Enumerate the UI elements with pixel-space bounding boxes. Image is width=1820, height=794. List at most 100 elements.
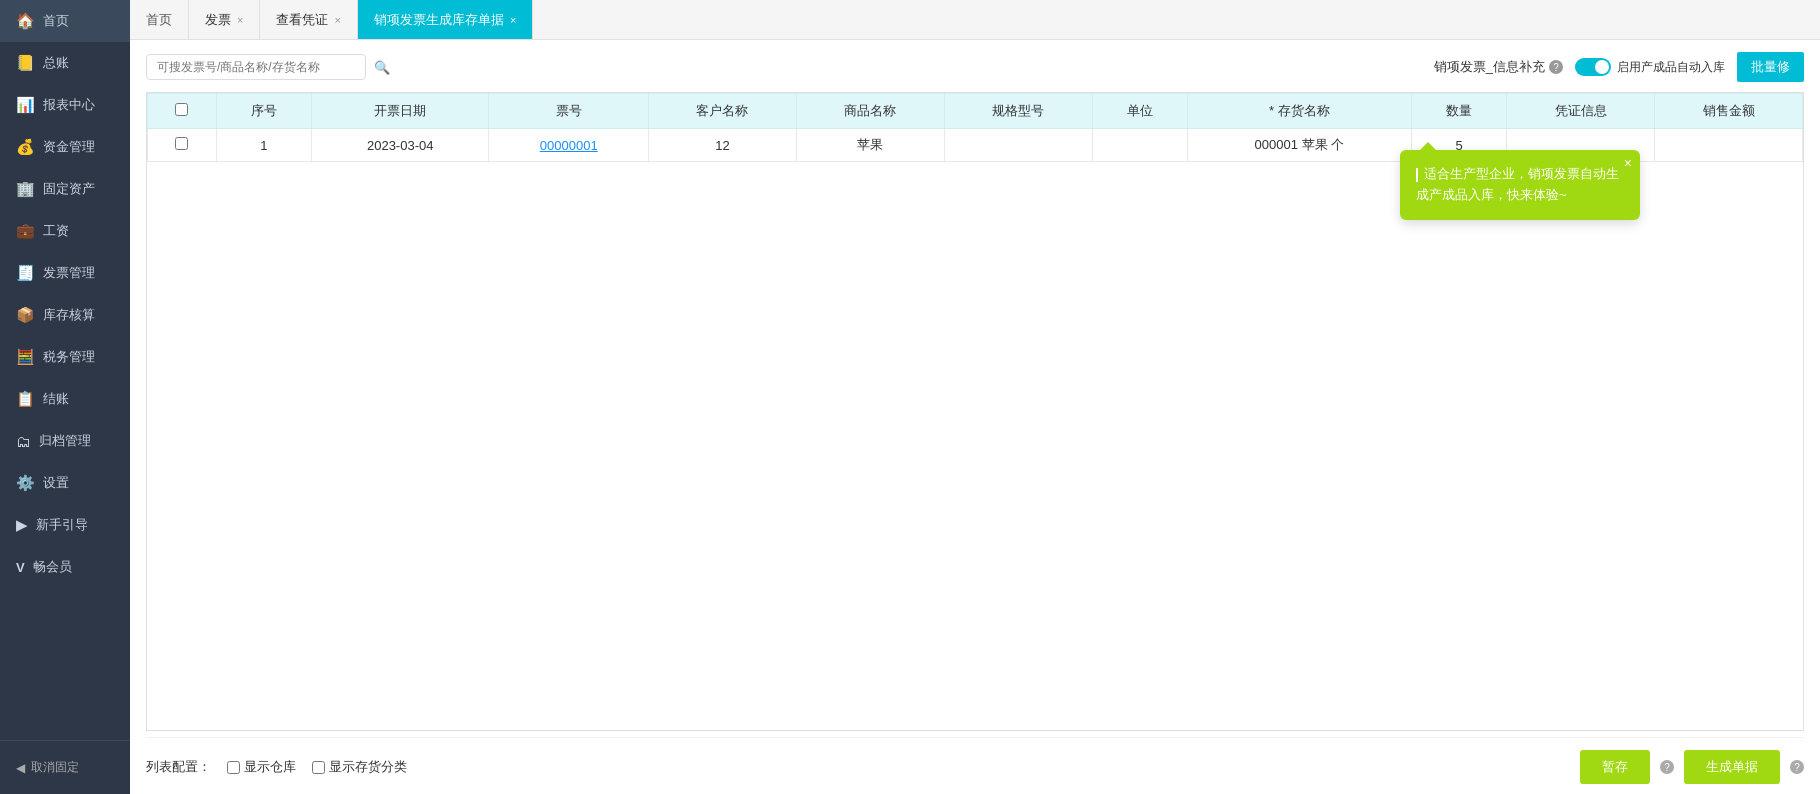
row-inventory-name: 000001 苹果 个 xyxy=(1187,129,1411,162)
sidebar-item-newcomer[interactable]: ▶ 新手引导 xyxy=(0,504,130,546)
col-product-name: 商品名称 xyxy=(796,94,944,129)
archive-icon: 🗂 xyxy=(16,433,31,450)
row-seq: 1 xyxy=(216,129,311,162)
row-product-name: 苹果 xyxy=(796,129,944,162)
bottom-bar: 列表配置： 显示仓库 显示存货分类 暂存 ? 生成单据 ? xyxy=(146,737,1804,794)
sidebar-item-payroll[interactable]: 💼 工资 xyxy=(0,210,130,252)
fund-icon: 💰 xyxy=(16,138,35,156)
tab-home-label: 首页 xyxy=(146,11,172,29)
list-config-label: 列表配置： xyxy=(146,758,211,776)
tooltip-cursor xyxy=(1416,168,1418,182)
sidebar: 🏠 首页 📒 总账 📊 报表中心 💰 资金管理 🏢 固定资产 💼 工资 🧾 发票… xyxy=(0,0,130,794)
invoice-icon: 🧾 xyxy=(16,264,35,282)
row-ticket-no: 00000001 xyxy=(489,129,649,162)
row-date: 2023-03-04 xyxy=(312,129,489,162)
show-inventory-category-label[interactable]: 显示存货分类 xyxy=(312,758,407,776)
col-seq: 序号 xyxy=(216,94,311,129)
show-warehouse-label[interactable]: 显示仓库 xyxy=(227,758,296,776)
pin-icon: ◀ xyxy=(16,761,25,775)
tab-cancel-invoice-close[interactable]: × xyxy=(510,14,516,26)
auto-warehouse-toggle[interactable] xyxy=(1575,58,1611,76)
ledger-icon: 📒 xyxy=(16,54,35,72)
col-spec: 规格型号 xyxy=(944,94,1092,129)
search-icon[interactable]: 🔍 xyxy=(374,60,390,75)
row-checkbox-cell xyxy=(148,129,217,162)
report-icon: 📊 xyxy=(16,96,35,114)
tab-invoice-label: 发票 xyxy=(205,11,231,29)
sidebar-item-label: 固定资产 xyxy=(43,180,95,198)
vip-icon: V xyxy=(16,560,25,575)
select-all-checkbox[interactable] xyxy=(175,103,188,116)
show-warehouse-text: 显示仓库 xyxy=(244,758,296,776)
newcomer-icon: ▶ xyxy=(16,516,28,534)
sidebar-item-fixed-assets[interactable]: 🏢 固定资产 xyxy=(0,168,130,210)
col-checkbox xyxy=(148,94,217,129)
toggle-knob xyxy=(1595,60,1609,74)
search-area: 🔍 xyxy=(146,54,390,80)
sidebar-item-label: 工资 xyxy=(43,222,69,240)
sidebar-item-label: 设置 xyxy=(43,474,69,492)
tab-bar: 首页 发票 × 查看凭证 × 销项发票生成库存单据 × xyxy=(130,0,1820,40)
tab-home[interactable]: 首页 xyxy=(130,0,189,39)
col-sales-amount: 销售金额 xyxy=(1655,94,1803,129)
sidebar-item-general-ledger[interactable]: 📒 总账 xyxy=(0,42,130,84)
sidebar-item-home[interactable]: 🏠 首页 xyxy=(0,0,130,42)
sidebar-item-settlement[interactable]: 📋 结账 xyxy=(0,378,130,420)
info-label-text: 销项发票_信息补充 xyxy=(1434,58,1545,76)
sidebar-item-label: 畅会员 xyxy=(33,558,72,576)
show-inventory-category-text: 显示存货分类 xyxy=(329,758,407,776)
sidebar-item-tax-mgmt[interactable]: 🧮 税务管理 xyxy=(0,336,130,378)
toolbar: 🔍 销项发票_信息补充 ? 启用产成品自动入库 批量修 xyxy=(146,52,1804,82)
generate-info-icon[interactable]: ? xyxy=(1790,760,1804,774)
sidebar-item-label: 总账 xyxy=(43,54,69,72)
row-unit xyxy=(1092,129,1187,162)
row-spec xyxy=(944,129,1092,162)
col-voucher-info: 凭证信息 xyxy=(1507,94,1655,129)
row-checkbox[interactable] xyxy=(175,137,188,150)
tab-view-voucher-label: 查看凭证 xyxy=(276,11,328,29)
sidebar-item-fund-mgmt[interactable]: 💰 资金管理 xyxy=(0,126,130,168)
table-header-row: 序号 开票日期 票号 客户名称 商品名称 规格型号 单位 * 存货名称 数量 凭… xyxy=(148,94,1803,129)
sidebar-item-invoice-mgmt[interactable]: 🧾 发票管理 xyxy=(0,252,130,294)
tab-invoice-close[interactable]: × xyxy=(237,14,243,26)
col-unit: 单位 xyxy=(1092,94,1187,129)
show-inventory-category-checkbox[interactable] xyxy=(312,761,325,774)
batch-button[interactable]: 批量修 xyxy=(1737,52,1804,82)
tab-view-voucher[interactable]: 查看凭证 × xyxy=(260,0,357,39)
tooltip-popup: × 适合生产型企业，销项发票自动生成产成品入库，快来体验~ xyxy=(1400,150,1640,220)
sidebar-item-label: 库存核算 xyxy=(43,306,95,324)
toggle-area: 启用产成品自动入库 xyxy=(1575,58,1725,76)
sidebar-item-label: 首页 xyxy=(43,12,69,30)
tab-cancel-invoice[interactable]: 销项发票生成库存单据 × xyxy=(358,0,533,39)
sidebar-item-settings[interactable]: ⚙️ 设置 xyxy=(0,462,130,504)
settlement-icon: 📋 xyxy=(16,390,35,408)
save-info-icon[interactable]: ? xyxy=(1660,760,1674,774)
inventory-icon: 📦 xyxy=(16,306,35,324)
tab-view-voucher-close[interactable]: × xyxy=(334,14,340,26)
home-icon: 🏠 xyxy=(16,12,35,30)
sidebar-item-label: 归档管理 xyxy=(39,432,91,450)
sidebar-item-report-center[interactable]: 📊 报表中心 xyxy=(0,84,130,126)
sidebar-item-label: 新手引导 xyxy=(36,516,88,534)
tooltip-close-button[interactable]: × xyxy=(1624,156,1632,170)
col-qty: 数量 xyxy=(1411,94,1506,129)
sidebar-item-label: 结账 xyxy=(43,390,69,408)
sidebar-item-archive-mgmt[interactable]: 🗂 归档管理 xyxy=(0,420,130,462)
ticket-link[interactable]: 00000001 xyxy=(540,138,598,153)
payroll-icon: 💼 xyxy=(16,222,35,240)
col-customer: 客户名称 xyxy=(649,94,797,129)
sidebar-fix-button[interactable]: ◀ 取消固定 xyxy=(0,749,130,786)
tab-invoice[interactable]: 发票 × xyxy=(189,0,260,39)
list-config: 列表配置： 显示仓库 显示存货分类 xyxy=(146,758,407,776)
col-inventory-name: * 存货名称 xyxy=(1187,94,1411,129)
show-warehouse-checkbox[interactable] xyxy=(227,761,240,774)
sidebar-bottom: ◀ 取消固定 xyxy=(0,740,130,794)
row-sales-amount xyxy=(1655,129,1803,162)
sidebar-item-vip[interactable]: V 畅会员 xyxy=(0,546,130,588)
generate-button[interactable]: 生成单据 xyxy=(1684,750,1780,784)
save-button[interactable]: 暂存 xyxy=(1580,750,1650,784)
search-input[interactable] xyxy=(146,54,366,80)
info-icon[interactable]: ? xyxy=(1549,60,1563,74)
info-label: 销项发票_信息补充 ? xyxy=(1434,58,1563,76)
sidebar-item-inventory[interactable]: 📦 库存核算 xyxy=(0,294,130,336)
